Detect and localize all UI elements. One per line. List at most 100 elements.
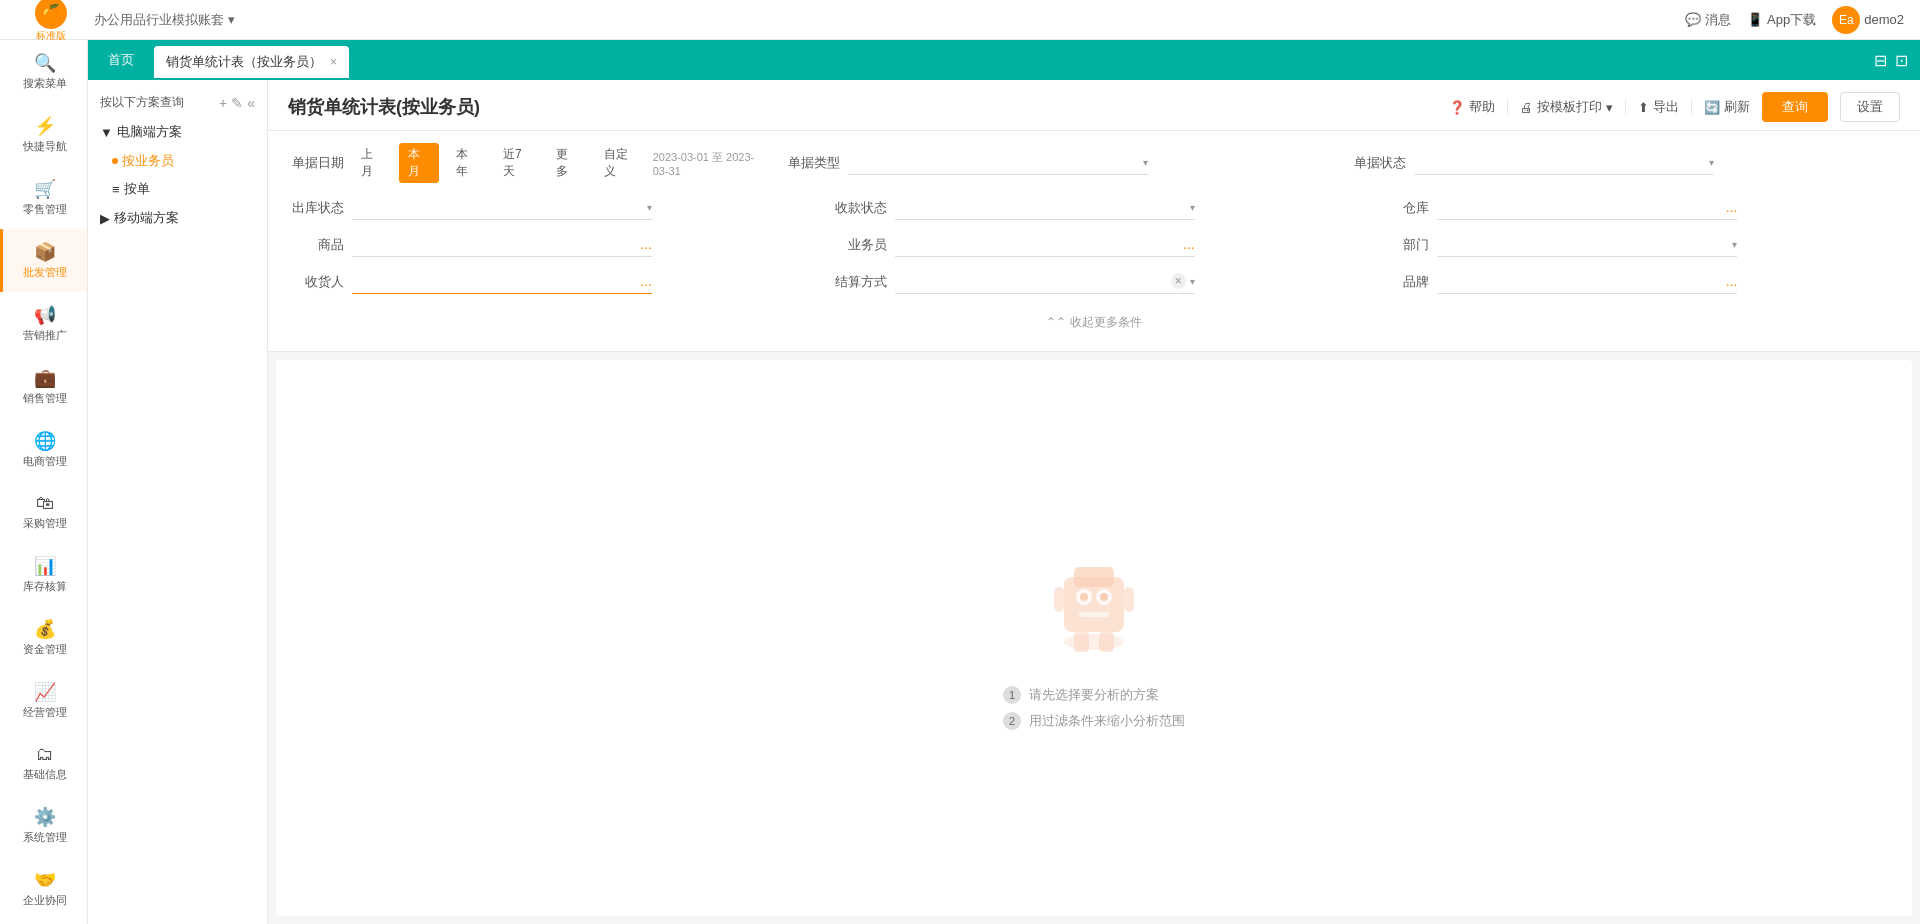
brand-more-icon[interactable]: ... — [1726, 273, 1738, 289]
goods-more-icon[interactable]: ... — [640, 236, 652, 252]
payment-clear-button[interactable]: × — [1171, 273, 1186, 289]
sidebar-finance-label: 资金管理 — [23, 642, 67, 657]
sidebar-ecommerce-label: 电商管理 — [23, 454, 67, 469]
left-panel: 按以下方案查询 + ✎ « ▼ 电脑端方案 按业务员 ≡ — [88, 80, 268, 924]
goods-input[interactable] — [352, 237, 640, 252]
receipt-status-input[interactable] — [895, 200, 1190, 215]
page-header: 销货单统计表(按业务员) ❓ 帮助 🖨 按模板打印 ▾ — [268, 80, 1920, 131]
brand-input[interactable] — [1437, 274, 1725, 289]
payment-input[interactable] — [895, 274, 1171, 289]
main-layout: 🔍 搜索菜单 ⚡ 快捷导航 🛒 零售管理 📦 批发管理 📢 营销推广 💼 销售管… — [0, 40, 1920, 924]
tree-item-by-order[interactable]: ≡ 按单 — [88, 175, 267, 203]
edit-scheme-button[interactable]: ✎ — [231, 95, 243, 111]
sidebar-item-ecommerce[interactable]: 🌐 电商管理 — [0, 418, 87, 481]
breadcrumb-text: 办公用品行业模拟账套 — [94, 11, 224, 29]
sidebar-search[interactable]: 🔍 搜索菜单 — [0, 40, 87, 103]
filter-row-2: 出库状态 ▾ 收款状态 ▾ — [288, 195, 1900, 220]
tree-order-icon: ≡ — [112, 182, 120, 197]
receipt-status-control[interactable]: ▾ — [895, 196, 1195, 220]
type-control[interactable]: ▾ — [848, 151, 1148, 175]
user-menu[interactable]: Ea demo2 — [1832, 6, 1904, 34]
message-button[interactable]: 💬 消息 — [1685, 11, 1731, 29]
payment-label: 结算方式 — [831, 273, 887, 291]
add-scheme-button[interactable]: + — [219, 95, 227, 111]
salesman-more-icon[interactable]: ... — [1183, 236, 1195, 252]
query-button[interactable]: 查询 — [1762, 92, 1828, 122]
receiver-more-icon[interactable]: ... — [640, 273, 652, 289]
sidebar-item-sales[interactable]: 💼 销售管理 — [0, 355, 87, 418]
sidebar-item-system[interactable]: ⚙️ 系统管理 — [0, 794, 87, 857]
collapse-up-icon: ⌃⌃ — [1046, 315, 1066, 329]
print-label: 按模板打印 — [1537, 98, 1602, 116]
type-input[interactable] — [848, 155, 1143, 170]
print-button[interactable]: 🖨 按模板打印 ▾ — [1520, 98, 1613, 116]
brand-label: 品牌 — [1373, 273, 1429, 291]
date-custom[interactable]: 自定义 — [595, 143, 645, 183]
salesman-input[interactable] — [895, 237, 1183, 252]
sidebar-item-enterprise[interactable]: 🤝 企业协同 — [0, 857, 87, 920]
date-7days[interactable]: 近7天 — [494, 143, 539, 183]
collapse-bar[interactable]: ⌃⌃ 收起更多条件 — [288, 306, 1900, 339]
sidebar-item-newbie[interactable]: 🎓 新手引导 — [0, 920, 87, 924]
hint-text-2: 用过滤条件来缩小分析范围 — [1029, 712, 1185, 730]
salesman-label: 业务员 — [831, 236, 887, 254]
status-label: 单据状态 — [1350, 154, 1406, 172]
sidebar-item-marketing[interactable]: 📢 营销推广 — [0, 292, 87, 355]
sidebar-quick-nav[interactable]: ⚡ 快捷导航 — [0, 103, 87, 166]
tree-order-label: 按单 — [124, 180, 150, 198]
sidebar-item-retail[interactable]: 🛒 零售管理 — [0, 166, 87, 229]
tab-active[interactable]: 销货单统计表（按业务员） × — [154, 46, 349, 78]
out-status-input[interactable] — [352, 200, 647, 215]
dept-control[interactable]: ▾ — [1437, 233, 1737, 257]
date-this-month[interactable]: 本月 — [399, 143, 438, 183]
logo-icon: 🍊 — [35, 0, 67, 29]
dept-input[interactable] — [1437, 237, 1732, 252]
sidebar-item-base[interactable]: 🗂 基础信息 — [0, 732, 87, 794]
empty-state: 1 请先选择要分析的方案 2 用过滤条件来缩小分析范围 — [276, 360, 1912, 916]
tree-item-salesman[interactable]: 按业务员 — [88, 147, 267, 175]
receiver-input[interactable] — [352, 274, 640, 289]
hint-num-1: 1 — [1003, 686, 1021, 704]
tree-pc-schemes[interactable]: ▼ 电脑端方案 — [88, 117, 267, 147]
app-download-button[interactable]: 📱 App下载 — [1747, 11, 1816, 29]
sidebar-item-finance[interactable]: 💰 资金管理 — [0, 606, 87, 669]
date-more[interactable]: 更多 — [547, 143, 586, 183]
filter-row-1: 单据日期 上月 本月 本年 近7天 更多 自定义 2023-03-01 至 20… — [288, 143, 1900, 183]
goods-control[interactable]: ... — [352, 232, 652, 257]
date-this-year[interactable]: 本年 — [447, 143, 486, 183]
salesman-control[interactable]: ... — [895, 232, 1195, 257]
tree-mobile-label: 移动端方案 — [114, 209, 179, 227]
empty-hints: 1 请先选择要分析的方案 2 用过滤条件来缩小分析范围 — [1003, 686, 1185, 730]
setting-button[interactable]: 设置 — [1840, 92, 1900, 122]
tab-minimize-button[interactable]: ⊟ — [1874, 51, 1887, 70]
sidebar-item-purchase[interactable]: 🛍 采购管理 — [0, 481, 87, 543]
sidebar-item-operations[interactable]: 📈 经营管理 — [0, 669, 87, 732]
sidebar-item-wholesale[interactable]: 📦 批发管理 — [0, 229, 87, 292]
out-status-control[interactable]: ▾ — [352, 196, 652, 220]
tab-maximize-button[interactable]: ⊡ — [1895, 51, 1908, 70]
warehouse-control[interactable]: ... — [1437, 195, 1737, 220]
export-button[interactable]: ⬆ 导出 — [1638, 98, 1679, 116]
tab-home[interactable]: 首页 — [88, 40, 154, 80]
refresh-label: 刷新 — [1724, 98, 1750, 116]
brand-control[interactable]: ... — [1437, 269, 1737, 294]
sidebar-purchase-label: 采购管理 — [23, 516, 67, 531]
refresh-button[interactable]: 🔄 刷新 — [1704, 98, 1750, 116]
breadcrumb-arrow: ▾ — [228, 12, 235, 27]
date-last-month[interactable]: 上月 — [352, 143, 391, 183]
operations-icon: 📈 — [34, 681, 56, 703]
help-button[interactable]: ❓ 帮助 — [1449, 98, 1495, 116]
status-input[interactable] — [1414, 155, 1709, 170]
filter-receipt-col: 收款状态 ▾ — [831, 196, 1358, 220]
tree-mobile-schemes[interactable]: ▶ 移动端方案 — [88, 203, 267, 233]
warehouse-input[interactable] — [1437, 200, 1725, 215]
tab-close-button[interactable]: × — [330, 55, 337, 69]
sidebar-item-inventory[interactable]: 📊 库存核算 — [0, 543, 87, 606]
payment-arrow-icon: ▾ — [1190, 276, 1195, 287]
warehouse-more-icon[interactable]: ... — [1726, 199, 1738, 215]
receiver-control[interactable]: ... — [352, 269, 652, 294]
collapse-panel-button[interactable]: « — [247, 95, 255, 111]
status-control[interactable]: ▾ — [1414, 151, 1714, 175]
payment-control[interactable]: × ▾ — [895, 269, 1195, 294]
base-icon: 🗂 — [36, 744, 54, 765]
